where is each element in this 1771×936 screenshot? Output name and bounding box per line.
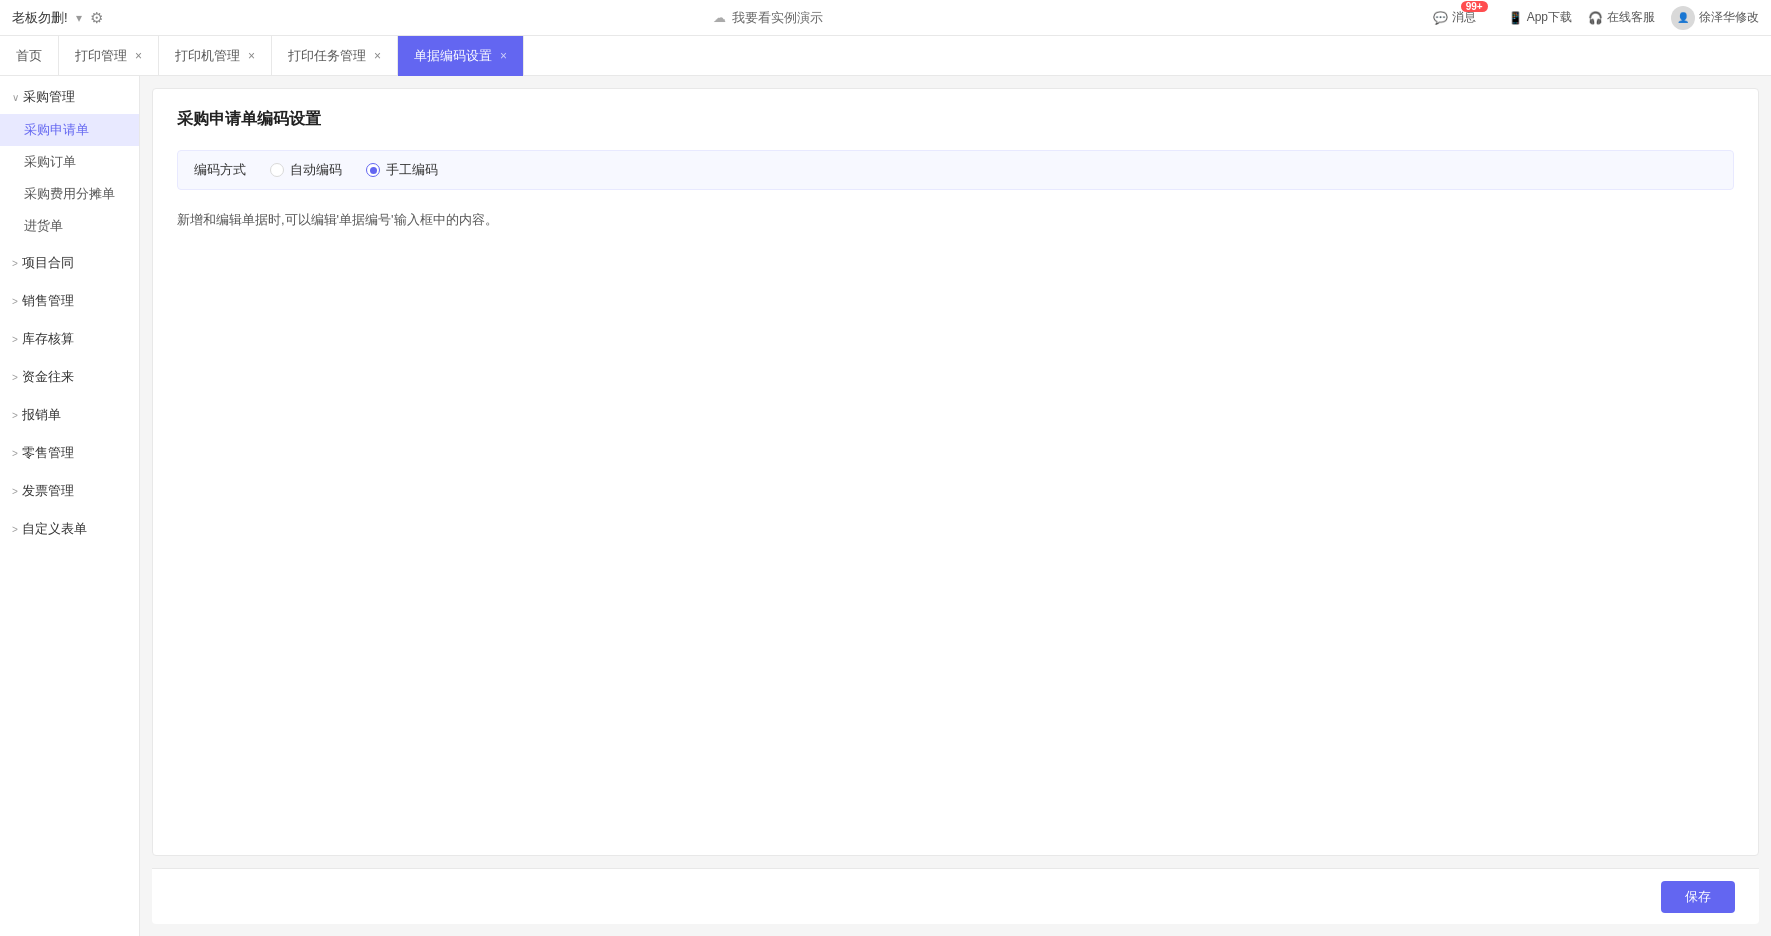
sidebar-group-project-contract-header[interactable]: > 项目合同 [0, 246, 139, 280]
auto-code-label: 自动编码 [290, 161, 342, 179]
tab-print-management-close[interactable]: × [135, 49, 142, 63]
chevron-right-icon-7: > [12, 486, 18, 497]
sidebar-group-capital-label: 资金往来 [22, 368, 74, 386]
manual-code-radio[interactable] [366, 163, 380, 177]
save-button[interactable]: 保存 [1661, 881, 1735, 913]
tab-single-code-settings-close[interactable]: × [500, 49, 507, 63]
chevron-right-icon: > [12, 258, 18, 269]
tab-printer-management[interactable]: 打印机管理 × [159, 36, 272, 76]
bottom-bar: 保存 [152, 868, 1759, 924]
user-avatar-area[interactable]: 👤 徐泽华修改 [1671, 6, 1759, 30]
tab-bar: 首页 打印管理 × 打印机管理 × 打印任务管理 × 单据编码设置 × [0, 36, 1771, 76]
coding-method-label: 编码方式 [194, 161, 246, 179]
sidebar-group-custom-forms: > 自定义表单 [0, 512, 139, 546]
tab-home-label: 首页 [16, 47, 42, 65]
sidebar-group-returns-header[interactable]: > 报销单 [0, 398, 139, 432]
sidebar-group-sales-header[interactable]: > 销售管理 [0, 284, 139, 318]
sidebar-item-purchase-expense[interactable]: 采购费用分摊单 [0, 178, 139, 210]
sidebar-group-capital-header[interactable]: > 资金往来 [0, 360, 139, 394]
sidebar-group-capital: > 资金往来 [0, 360, 139, 394]
sidebar-group-retail: > 零售管理 [0, 436, 139, 470]
sidebar-group-invoice-label: 发票管理 [22, 482, 74, 500]
auto-code-radio-option[interactable]: 自动编码 [270, 161, 342, 179]
app-download-button[interactable]: 📱 App下载 [1508, 9, 1572, 26]
sidebar-item-incoming[interactable]: 进货单 [0, 210, 139, 242]
online-service-label: 在线客服 [1607, 9, 1655, 26]
tab-single-code-settings[interactable]: 单据编码设置 × [398, 36, 524, 76]
tab-print-task-management[interactable]: 打印任务管理 × [272, 36, 398, 76]
sidebar-item-purchase-order[interactable]: 采购订单 [0, 146, 139, 178]
tab-print-task-management-label: 打印任务管理 [288, 47, 366, 65]
content-area: 采购申请单编码设置 编码方式 自动编码 手工编码 [140, 76, 1771, 936]
tab-print-management-label: 打印管理 [75, 47, 127, 65]
sidebar: ∨ 采购管理 采购申请单 采购订单 采购费用分摊单 进货单 > 项目合同 [0, 76, 140, 936]
tab-single-code-settings-label: 单据编码设置 [414, 47, 492, 65]
top-bar-right: 💬 消息 99+ 📱 App下载 🎧 在线客服 👤 徐泽华修改 [1433, 6, 1759, 30]
sidebar-group-invoice-header[interactable]: > 发票管理 [0, 474, 139, 508]
coding-method-row: 编码方式 自动编码 手工编码 [177, 150, 1734, 190]
chevron-right-icon-3: > [12, 334, 18, 345]
app-icon: 📱 [1508, 11, 1523, 25]
sidebar-group-sales-label: 销售管理 [22, 292, 74, 310]
sidebar-group-project-contract: > 项目合同 [0, 246, 139, 280]
sidebar-group-purchase-header[interactable]: ∨ 采购管理 [0, 80, 139, 114]
sidebar-group-invoice: > 发票管理 [0, 474, 139, 508]
sidebar-group-purchase: ∨ 采购管理 采购申请单 采购订单 采购费用分摊单 进货单 [0, 80, 139, 242]
tab-print-task-management-close[interactable]: × [374, 49, 381, 63]
tab-print-management[interactable]: 打印管理 × [59, 36, 159, 76]
tab-home[interactable]: 首页 [0, 36, 59, 76]
auto-code-radio[interactable] [270, 163, 284, 177]
radio-inner-dot [370, 167, 377, 174]
app-download-label: App下载 [1527, 9, 1572, 26]
chevron-right-icon-8: > [12, 524, 18, 535]
sidebar-group-inventory-label: 库存核算 [22, 330, 74, 348]
main-layout: ∨ 采购管理 采购申请单 采购订单 采购费用分摊单 进货单 > 项目合同 [0, 76, 1771, 936]
online-service-button[interactable]: 🎧 在线客服 [1588, 9, 1655, 26]
description-text: 新增和编辑单据时,可以编辑'单据编号'输入框中的内容。 [177, 210, 1734, 231]
sidebar-group-returns-label: 报销单 [22, 406, 61, 424]
chevron-right-icon-2: > [12, 296, 18, 307]
settings-icon[interactable]: ⚙ [90, 9, 103, 27]
tab-printer-management-label: 打印机管理 [175, 47, 240, 65]
message-icon: 💬 [1433, 11, 1448, 25]
avatar: 👤 [1671, 6, 1695, 30]
page-title: 采购申请单编码设置 [177, 109, 1734, 130]
sidebar-group-inventory: > 库存核算 [0, 322, 139, 356]
brand-label: 老板勿删! [12, 9, 68, 27]
chevron-right-icon-4: > [12, 372, 18, 383]
manual-code-radio-option[interactable]: 手工编码 [366, 161, 438, 179]
message-button[interactable]: 💬 消息 99+ [1433, 9, 1476, 26]
cloud-icon: ☁ [713, 10, 726, 25]
sidebar-group-custom-forms-label: 自定义表单 [22, 520, 87, 538]
sidebar-group-inventory-header[interactable]: > 库存核算 [0, 322, 139, 356]
sidebar-group-custom-forms-header[interactable]: > 自定义表单 [0, 512, 139, 546]
brand-dropdown-icon[interactable]: ▾ [76, 11, 82, 25]
chevron-right-icon-5: > [12, 410, 18, 421]
sidebar-group-retail-label: 零售管理 [22, 444, 74, 462]
chevron-down-icon: ∨ [12, 92, 19, 103]
message-badge: 99+ [1461, 1, 1488, 12]
top-bar-left: 老板勿删! ▾ ⚙ [12, 9, 103, 27]
chevron-right-icon-6: > [12, 448, 18, 459]
sidebar-item-purchase-request[interactable]: 采购申请单 [0, 114, 139, 146]
sidebar-group-sales: > 销售管理 [0, 284, 139, 318]
manual-code-label: 手工编码 [386, 161, 438, 179]
top-bar: 老板勿删! ▾ ⚙ ☁ 我要看实例演示 💬 消息 99+ 📱 App下载 🎧 在… [0, 0, 1771, 36]
sidebar-group-purchase-label: 采购管理 [23, 88, 75, 106]
content-inner: 采购申请单编码设置 编码方式 自动编码 手工编码 [152, 88, 1759, 856]
sidebar-group-returns: > 报销单 [0, 398, 139, 432]
sidebar-group-project-contract-label: 项目合同 [22, 254, 74, 272]
tab-printer-management-close[interactable]: × [248, 49, 255, 63]
center-text[interactable]: 我要看实例演示 [732, 9, 823, 27]
user-name: 徐泽华修改 [1699, 9, 1759, 26]
headset-icon: 🎧 [1588, 11, 1603, 25]
sidebar-group-retail-header[interactable]: > 零售管理 [0, 436, 139, 470]
top-bar-center: ☁ 我要看实例演示 [713, 9, 823, 27]
